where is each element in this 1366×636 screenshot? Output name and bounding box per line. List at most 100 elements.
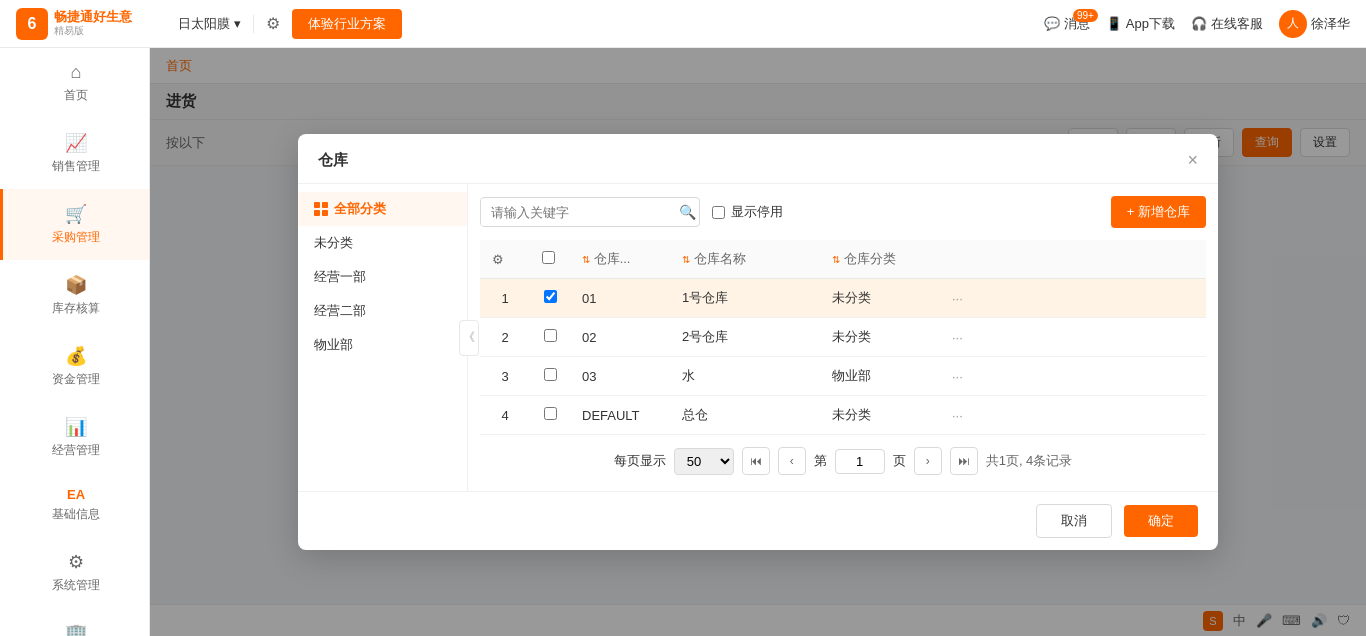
operation-icon: 📊 <box>65 416 87 438</box>
prev-page-btn[interactable]: ‹ <box>778 447 806 475</box>
table-row[interactable]: 2 02 2号仓库 未分类 ··· <box>480 318 1206 357</box>
row-action-dots[interactable]: ··· <box>952 369 963 384</box>
cat-all-item[interactable]: 全部分类 <box>298 192 467 226</box>
show-disabled-checkbox[interactable] <box>712 206 725 219</box>
search-wrap: 🔍 <box>480 197 700 227</box>
confirm-btn[interactable]: 确定 <box>1124 505 1198 537</box>
row-num: 2 <box>480 318 530 357</box>
row-code: DEFAULT <box>570 396 670 435</box>
row-name: 1号仓库 <box>670 279 820 318</box>
basic-icon: EA <box>67 487 85 502</box>
per-page-select[interactable]: 50 20 100 <box>674 448 734 475</box>
search-btn[interactable]: 🔍 <box>669 198 700 226</box>
sidebar-label-finance: 资金管理 <box>52 371 100 388</box>
total-info: 共1页, 4条记录 <box>986 452 1073 470</box>
row-action-dots[interactable]: ··· <box>952 330 963 345</box>
cat-item-op2[interactable]: 经营二部 <box>298 294 467 328</box>
table-header-row: ⚙ ⇅ 仓库... <box>480 240 1206 279</box>
sidebar-item-sales[interactable]: 📈 销售管理 <box>0 118 149 189</box>
row-checkbox-cell[interactable] <box>530 396 570 435</box>
per-page-label: 每页显示 <box>614 452 666 470</box>
cat-item-op1[interactable]: 经营一部 <box>298 260 467 294</box>
row-num: 1 <box>480 279 530 318</box>
row-action[interactable]: ··· <box>940 318 1206 357</box>
dialog-title: 仓库 <box>318 151 348 170</box>
col-code-header: ⇅ 仓库... <box>570 240 670 279</box>
sidebar-item-purchase[interactable]: 🛒 采购管理 <box>0 189 149 260</box>
sidebar-label-basic: 基础信息 <box>52 506 100 523</box>
company-name: 日太阳膜 <box>178 15 230 33</box>
company-selector[interactable]: 日太阳膜 ▾ <box>166 15 254 33</box>
col-check-header <box>530 240 570 279</box>
logo: 6 畅捷通好生意 精易版 <box>16 8 166 40</box>
row-checkbox[interactable] <box>544 329 557 342</box>
row-checkbox[interactable] <box>544 368 557 381</box>
user-menu[interactable]: 人 徐泽华 <box>1279 10 1350 38</box>
add-warehouse-btn[interactable]: + 新增仓库 <box>1111 196 1206 228</box>
layout: ⌂ 首页 📈 销售管理 🛒 采购管理 📦 库存核算 💰 资金管理 📊 经营管理 … <box>0 48 1366 636</box>
purchase-icon: 🛒 <box>65 203 87 225</box>
sidebar-item-finance[interactable]: 💰 资金管理 <box>0 331 149 402</box>
sidebar-item-system[interactable]: ⚙ 系统管理 <box>0 537 149 608</box>
col-cat-header: ⇅ 仓库分类 <box>820 240 940 279</box>
select-all-checkbox[interactable] <box>542 251 555 264</box>
app-download-btn[interactable]: 📱 App下载 <box>1106 15 1175 33</box>
topbar-actions: ⚙ 体验行业方案 <box>266 9 402 39</box>
app-download-label: App下载 <box>1126 15 1175 33</box>
sidebar-item-inventory[interactable]: 📦 库存核算 <box>0 260 149 331</box>
row-checkbox-cell[interactable] <box>530 279 570 318</box>
row-action[interactable]: ··· <box>940 357 1206 396</box>
sidebar-item-home[interactable]: ⌂ 首页 <box>0 48 149 118</box>
row-category: 未分类 <box>820 279 940 318</box>
cat-item-unclassified[interactable]: 未分类 <box>298 226 467 260</box>
pagination: 每页显示 50 20 100 ⏮ ‹ 第 页 › <box>480 435 1206 479</box>
gear-icon[interactable]: ⚙ <box>266 14 280 33</box>
cancel-btn[interactable]: 取消 <box>1036 504 1112 538</box>
row-checkbox-cell[interactable] <box>530 318 570 357</box>
enterprise-icon: 🏢 <box>65 622 87 636</box>
row-action[interactable]: ··· <box>940 396 1206 435</box>
row-name: 总仓 <box>670 396 820 435</box>
row-code: 02 <box>570 318 670 357</box>
row-checkbox-cell[interactable] <box>530 357 570 396</box>
sidebar: ⌂ 首页 📈 销售管理 🛒 采购管理 📦 库存核算 💰 资金管理 📊 经营管理 … <box>0 48 150 636</box>
sidebar-item-enterprise[interactable]: 🏢 企业协同 <box>0 608 149 636</box>
page-number-input[interactable] <box>835 449 885 474</box>
company-chevron: ▾ <box>234 16 241 31</box>
online-service-btn[interactable]: 🎧 在线客服 <box>1191 15 1263 33</box>
next-page-btn[interactable]: › <box>914 447 942 475</box>
table-row[interactable]: 3 03 水 物业部 ··· <box>480 357 1206 396</box>
first-page-btn[interactable]: ⏮ <box>742 447 770 475</box>
cat-item-property[interactable]: 物业部 <box>298 328 467 362</box>
row-checkbox[interactable] <box>544 290 557 303</box>
topbar-right: 💬 消息 99+ 📱 App下载 🎧 在线客服 人 徐泽华 <box>1044 10 1350 38</box>
sidebar-label-home: 首页 <box>64 87 88 104</box>
col-gear-header: ⚙ <box>480 240 530 279</box>
sidebar-item-operation[interactable]: 📊 经营管理 <box>0 402 149 473</box>
dialog-close-btn[interactable]: × <box>1187 150 1198 171</box>
table-head: ⚙ ⇅ 仓库... <box>480 240 1206 279</box>
row-code: 03 <box>570 357 670 396</box>
page-label: 第 <box>814 452 827 470</box>
home-icon: ⌂ <box>71 62 82 83</box>
search-input[interactable] <box>481 199 669 226</box>
topbar: 6 畅捷通好生意 精易版 日太阳膜 ▾ ⚙ 体验行业方案 💬 消息 99+ 📱 … <box>0 0 1366 48</box>
col-code-label: 仓库... <box>594 251 631 266</box>
industry-btn[interactable]: 体验行业方案 <box>292 9 402 39</box>
grid-icon <box>314 202 328 216</box>
last-page-btn[interactable]: ⏭ <box>950 447 978 475</box>
row-checkbox[interactable] <box>544 407 557 420</box>
table-row[interactable]: 4 DEFAULT 总仓 未分类 ··· <box>480 396 1206 435</box>
app-edition: 精易版 <box>54 24 132 38</box>
row-action-dots[interactable]: ··· <box>952 291 963 306</box>
sidebar-item-basic[interactable]: EA 基础信息 <box>0 473 149 537</box>
category-sidebar: 全部分类 未分类 经营一部 经营二部 物业部 《 <box>298 184 468 491</box>
cat-collapse-btn[interactable]: 《 <box>459 320 479 356</box>
message-icon: 💬 <box>1044 16 1060 31</box>
row-action-dots[interactable]: ··· <box>952 408 963 423</box>
dialog-body: 全部分类 未分类 经营一部 经营二部 物业部 《 <box>298 184 1218 491</box>
table-row[interactable]: 1 01 1号仓库 未分类 ··· <box>480 279 1206 318</box>
row-action[interactable]: ··· <box>940 279 1206 318</box>
message-btn[interactable]: 💬 消息 99+ <box>1044 15 1090 33</box>
row-num: 4 <box>480 396 530 435</box>
